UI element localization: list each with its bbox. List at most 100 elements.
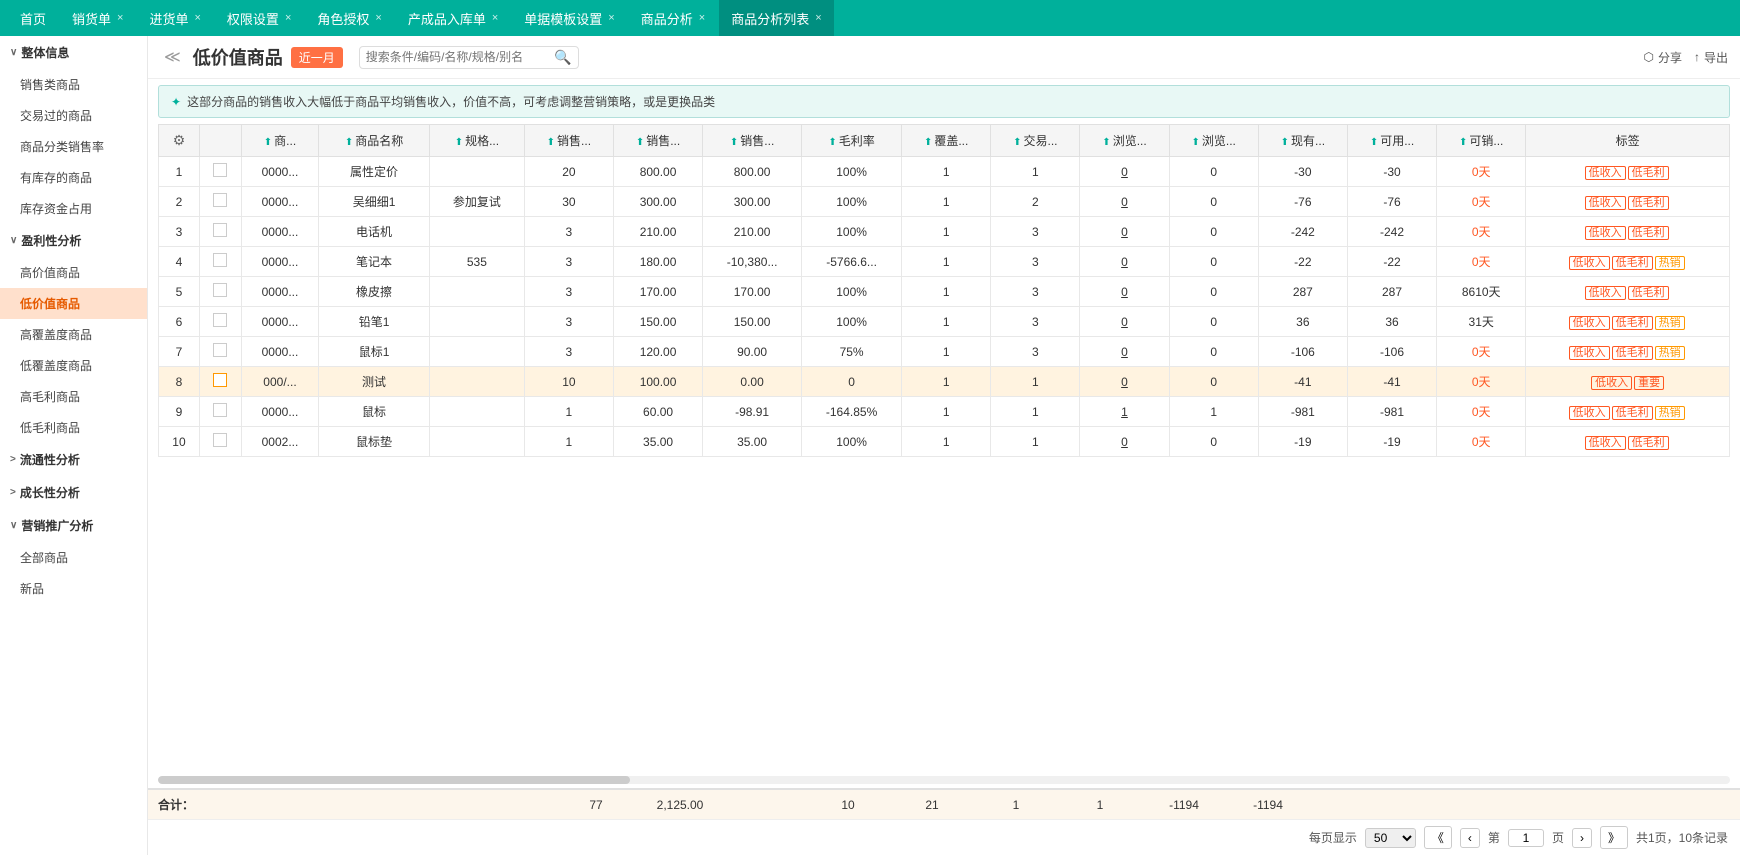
nav-item-权限设置[interactable]: 权限设置× — [215, 0, 303, 36]
col-header-available[interactable]: ⬆可用... — [1347, 125, 1436, 157]
view-link[interactable]: 1 — [1121, 405, 1128, 419]
col-header-view2[interactable]: ⬆浏览... — [1169, 125, 1258, 157]
col-header-margin[interactable]: ⬆毛利率 — [802, 125, 902, 157]
sidebar-item-高毛利商品[interactable]: 高毛利商品 — [0, 381, 147, 412]
nav-item-进货单[interactable]: 进货单× — [137, 0, 212, 36]
nav-item-单据模板设置[interactable]: 单据模板设置× — [512, 0, 626, 36]
sidebar-item-低价值商品[interactable]: 低价值商品 — [0, 288, 147, 319]
sidebar-item-全部商品[interactable]: 全部商品 — [0, 542, 147, 573]
sidebar-item-高价值商品[interactable]: 高价值商品 — [0, 257, 147, 288]
col-header-trade[interactable]: ⬆交易... — [991, 125, 1080, 157]
per-page-label: 每页显示 — [1309, 829, 1357, 846]
nav-item-商品分析列表[interactable]: 商品分析列表× — [719, 0, 833, 36]
view-link[interactable]: 0 — [1121, 375, 1128, 389]
nav-close-icon[interactable]: × — [285, 12, 291, 24]
row-checkbox-input[interactable] — [213, 433, 227, 447]
view-link[interactable]: 0 — [1121, 435, 1128, 449]
next-page-button[interactable]: › — [1572, 828, 1592, 848]
horizontal-scrollbar[interactable] — [158, 776, 1730, 784]
nav-close-icon[interactable]: × — [194, 12, 200, 24]
sidebar-item-库存资金占用[interactable]: 库存资金占用 — [0, 193, 147, 224]
view-link[interactable]: 0 — [1121, 345, 1128, 359]
sidebar-item-高覆盖度商品[interactable]: 高覆盖度商品 — [0, 319, 147, 350]
view-link[interactable]: 0 — [1121, 315, 1128, 329]
row-checkbox-input[interactable] — [213, 403, 227, 417]
view-link[interactable]: 0 — [1121, 285, 1128, 299]
export-button[interactable]: ↑ 导出 — [1694, 49, 1728, 66]
col-header-view1[interactable]: ⬆浏览... — [1080, 125, 1169, 157]
sidebar-group-营销推广分析[interactable]: ∨营销推广分析 — [0, 509, 147, 542]
saleable-days: 0天 — [1472, 435, 1491, 449]
page-number-input[interactable] — [1508, 829, 1544, 847]
gear-icon[interactable]: ⚙ — [173, 132, 186, 148]
sidebar-group-成长性分析[interactable]: >成长性分析 — [0, 476, 147, 509]
product-code: 0000... — [241, 217, 318, 247]
col-header-coverage[interactable]: ⬆覆盖... — [902, 125, 991, 157]
view-link[interactable]: 0 — [1121, 225, 1128, 239]
row-checkbox-input[interactable] — [213, 163, 227, 177]
product-code: 0000... — [241, 187, 318, 217]
nav-close-icon[interactable]: × — [492, 12, 498, 24]
sidebar-item-商品分类销售率[interactable]: 商品分类销售率 — [0, 131, 147, 162]
page-suffix: 页 — [1552, 829, 1564, 846]
time-tag[interactable]: 近一月 — [291, 47, 343, 68]
nav-close-icon[interactable]: × — [608, 12, 614, 24]
footer-current-stock: -1194 — [1144, 798, 1224, 812]
saleable-days: 0天 — [1472, 375, 1491, 389]
product-tag: 低毛利 — [1628, 196, 1669, 210]
row-checkbox-input[interactable] — [213, 313, 227, 327]
row-checkbox-input[interactable] — [213, 223, 227, 237]
last-page-button[interactable]: 》 — [1600, 826, 1628, 849]
prev-page-button[interactable]: ‹ — [1460, 828, 1480, 848]
sidebar-item-低毛利商品[interactable]: 低毛利商品 — [0, 412, 147, 443]
search-box: 🔍 — [359, 46, 579, 69]
col-header-saleable[interactable]: ⬆可销... — [1437, 125, 1526, 157]
tags: 低收入低毛利 — [1526, 217, 1730, 247]
nav-close-icon[interactable]: × — [815, 12, 821, 24]
sidebar-item-交易过的商品[interactable]: 交易过的商品 — [0, 100, 147, 131]
nav-item-销货单[interactable]: 销货单× — [60, 0, 135, 36]
col-header-sales_amount[interactable]: ⬆销售... — [613, 125, 702, 157]
scrollbar-thumb[interactable] — [158, 776, 630, 784]
view-link[interactable]: 0 — [1121, 195, 1128, 209]
per-page-select[interactable]: 50 20 100 — [1365, 828, 1416, 848]
sidebar-item-销售类商品[interactable]: 销售类商品 — [0, 69, 147, 100]
nav-close-icon[interactable]: × — [117, 12, 123, 24]
trade: 3 — [991, 247, 1080, 277]
row-checkbox-input[interactable] — [213, 253, 227, 267]
search-input[interactable] — [366, 50, 555, 64]
first-page-button[interactable]: 《 — [1424, 826, 1452, 849]
nav-item-角色授权[interactable]: 角色授权× — [305, 0, 393, 36]
sidebar-item-新品[interactable]: 新品 — [0, 573, 147, 604]
product-code: 0000... — [241, 277, 318, 307]
row-checkbox-input[interactable] — [213, 193, 227, 207]
col-header-sales_qty[interactable]: ⬆销售... — [524, 125, 613, 157]
row-checkbox-input[interactable] — [213, 373, 227, 387]
view-link[interactable]: 0 — [1121, 255, 1128, 269]
col-header-name[interactable]: ⬆商品名称 — [319, 125, 430, 157]
col-header-sales_cost[interactable]: ⬆销售... — [703, 125, 802, 157]
row-checkbox-input[interactable] — [213, 343, 227, 357]
sidebar-group-盈利性分析[interactable]: ∨盈利性分析 — [0, 224, 147, 257]
nav-close-icon[interactable]: × — [699, 12, 705, 24]
col-header-current_stock[interactable]: ⬆现有... — [1258, 125, 1347, 157]
saleable-days: 0天 — [1472, 255, 1491, 269]
sidebar-group-流通性分析[interactable]: >流通性分析 — [0, 443, 147, 476]
nav-item-产成品入库单[interactable]: 产成品入库单× — [396, 0, 510, 36]
search-icon[interactable]: 🔍 — [554, 49, 571, 66]
sidebar-item-低覆盖度商品[interactable]: 低覆盖度商品 — [0, 350, 147, 381]
col-header-code[interactable]: ⬆商... — [241, 125, 318, 157]
nav-item-商品分析[interactable]: 商品分析× — [629, 0, 717, 36]
col-header-spec[interactable]: ⬆规格... — [430, 125, 525, 157]
sidebar-group-整体信息[interactable]: ∨整体信息 — [0, 36, 147, 69]
sales-amount: 800.00 — [613, 157, 702, 187]
collapse-sidebar-button[interactable]: ≪ — [160, 47, 185, 67]
share-button[interactable]: ⬡ 分享 — [1643, 49, 1682, 66]
sidebar-item-有库存的商品[interactable]: 有库存的商品 — [0, 162, 147, 193]
product-tag: 低收入 — [1569, 256, 1610, 270]
row-checkbox-input[interactable] — [213, 283, 227, 297]
row-num: 3 — [159, 217, 200, 247]
nav-close-icon[interactable]: × — [375, 12, 381, 24]
view-link[interactable]: 0 — [1121, 165, 1128, 179]
nav-item-首页[interactable]: 首页 — [8, 0, 58, 36]
